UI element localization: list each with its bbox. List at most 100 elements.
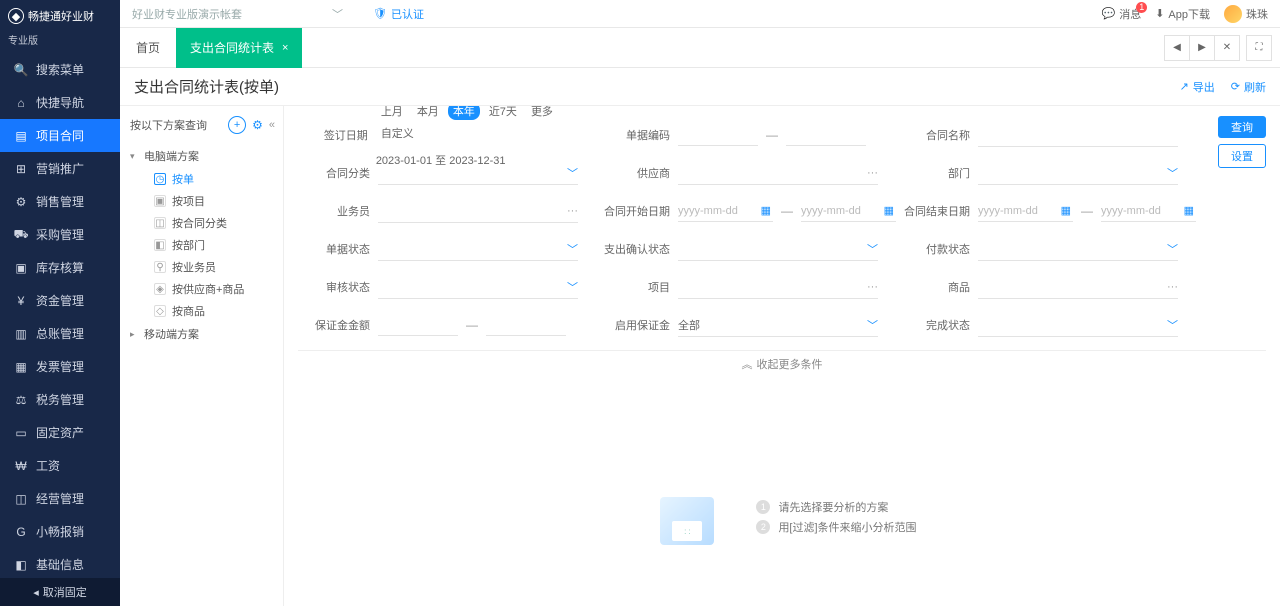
query-button[interactable]: 查询 xyxy=(1218,116,1266,138)
sidebar-item-5[interactable]: ⛟采购管理 xyxy=(0,218,120,251)
base-icon: ◧ xyxy=(14,558,28,572)
sidebar-item-2[interactable]: ▤项目合同 xyxy=(0,119,120,152)
message-badge: 1 xyxy=(1136,2,1147,13)
leaf-icon: ◫ xyxy=(154,217,166,229)
sidebar-footer-toggle[interactable]: ◂ 取消固定 xyxy=(0,578,120,606)
tab-home[interactable]: 首页 xyxy=(120,39,176,56)
caret-down-icon: ▾ xyxy=(130,151,138,162)
collapse-icon: ︽ xyxy=(742,356,753,372)
supplier-input[interactable]: ··· xyxy=(678,161,878,185)
bill-no-to[interactable] xyxy=(786,124,866,146)
sidebar-item-13[interactable]: ◫经营管理 xyxy=(0,482,120,515)
sidebar-item-8[interactable]: ▥总账管理 xyxy=(0,317,120,350)
bag-icon: ⛟ xyxy=(14,228,28,242)
refresh-button[interactable]: ⟳ 刷新 xyxy=(1231,79,1266,95)
sidebar-item-9[interactable]: ▦发票管理 xyxy=(0,350,120,383)
enable-deposit-input[interactable]: 全部﹀ xyxy=(678,313,878,337)
scheme-group-mobile[interactable]: ▸ 移动端方案 xyxy=(130,322,283,346)
goods-input[interactable]: ··· xyxy=(978,275,1178,299)
brand-icon: ◆ xyxy=(8,8,24,24)
end-date-label: 合同结束日期 xyxy=(898,203,978,219)
deposit-from[interactable] xyxy=(378,314,458,336)
bill-no-from[interactable] xyxy=(678,124,758,146)
contract-cat-label: 合同分类 xyxy=(298,165,378,181)
fullscreen-button[interactable]: ⛶ xyxy=(1246,35,1272,61)
start-date-label: 合同开始日期 xyxy=(598,203,678,219)
deposit-to[interactable] xyxy=(486,314,566,336)
salesman-label: 业务员 xyxy=(298,203,378,219)
date-opt-0[interactable]: 上月 xyxy=(376,106,408,120)
scheme-collapse-button[interactable]: « xyxy=(269,119,275,131)
scheme-leaf-0[interactable]: ◷按单 xyxy=(130,168,283,190)
scheme-settings-button[interactable]: ⚙ xyxy=(252,118,263,132)
settings-button[interactable]: 设置 xyxy=(1218,144,1266,168)
project-input[interactable]: ··· xyxy=(678,275,878,299)
sidebar-item-10[interactable]: ⚖税务管理 xyxy=(0,383,120,416)
export-button[interactable]: ↗ 导出 xyxy=(1180,79,1215,95)
shield-icon: 🛡 xyxy=(373,7,387,20)
tab-close-all-button[interactable]: ✕ xyxy=(1214,35,1240,61)
sidebar-item-12[interactable]: ₩工资 xyxy=(0,449,120,482)
tab-next-button[interactable]: ▶ xyxy=(1189,35,1215,61)
finish-state-label: 完成状态 xyxy=(898,317,978,333)
download-button[interactable]: ⬇ App下载 xyxy=(1155,6,1210,22)
date-opt-1[interactable]: 本月 xyxy=(412,106,444,120)
scheme-leaf-4[interactable]: ⚲按业务员 xyxy=(130,256,283,278)
audit-state-input[interactable]: ﹀ xyxy=(378,275,578,299)
chevron-down-icon[interactable]: ﹀ xyxy=(332,6,343,22)
sidebar-item-7[interactable]: ¥资金管理 xyxy=(0,284,120,317)
sidebar-item-6[interactable]: ▣库存核算 xyxy=(0,251,120,284)
scheme-group-pc[interactable]: ▾ 电脑端方案 xyxy=(130,144,283,168)
messages-button[interactable]: 💬 消息 1 xyxy=(1102,6,1142,22)
brand-sub: 专业版 xyxy=(0,32,120,53)
leaf-icon: ◇ xyxy=(154,305,166,317)
collapse-filters-button[interactable]: ︽ 收起更多条件 xyxy=(298,350,1266,376)
scheme-leaf-2[interactable]: ◫按合同分类 xyxy=(130,212,283,234)
date-opt-4[interactable]: 更多 xyxy=(526,106,558,120)
sidebar-item-1[interactable]: ⌂快捷导航 xyxy=(0,86,120,119)
scheme-leaf-5[interactable]: ◈按供应商+商品 xyxy=(130,278,283,300)
workspace-selector[interactable]: 好业财专业版演示帐套 xyxy=(132,6,242,22)
scheme-leaf-3[interactable]: ◧按部门 xyxy=(130,234,283,256)
end-date-to[interactable]: yyyy-mm-dd▦ xyxy=(1101,200,1196,222)
scheme-leaf-6[interactable]: ◇按商品 xyxy=(130,300,283,322)
date-opt-2[interactable]: 本年 xyxy=(448,106,480,120)
scheme-add-button[interactable]: + xyxy=(228,116,246,134)
finish-state-input[interactable]: ﹀ xyxy=(978,313,1178,337)
close-icon[interactable]: × xyxy=(282,42,288,54)
step-2-num: 2 xyxy=(756,520,770,534)
deposit-label: 保证金金额 xyxy=(298,317,378,333)
start-date-to[interactable]: yyyy-mm-dd▦ xyxy=(801,200,896,222)
contract-name-input[interactable] xyxy=(978,123,1178,147)
date-opt-5[interactable]: 自定义 xyxy=(376,124,419,142)
end-date-from[interactable]: yyyy-mm-dd▦ xyxy=(978,200,1073,222)
enable-deposit-label: 启用保证金 xyxy=(598,317,678,333)
dept-input[interactable]: ﹀ xyxy=(978,161,1178,185)
topbar: 好业财专业版演示帐套 ﹀ 🛡 已认证 💬 消息 1 ⬇ App下载 珠珠 xyxy=(120,0,1280,28)
filters-panel: 查询 设置 签订日期 上月本月本年近7天更多自定义 2023-01-01 至 2… xyxy=(284,106,1280,606)
tab-prev-button[interactable]: ◀ xyxy=(1164,35,1190,61)
user-menu[interactable]: 珠珠 xyxy=(1224,5,1268,23)
contract-cat-input[interactable]: ﹀ xyxy=(378,161,578,185)
project-label: 项目 xyxy=(598,279,678,295)
sidebar-item-0[interactable]: 🔍搜索菜单 xyxy=(0,53,120,86)
page-head: 支出合同统计表(按单) ↗ 导出 ⟳ 刷新 xyxy=(120,68,1280,106)
bill-state-input[interactable]: ﹀ xyxy=(378,237,578,261)
pin-icon: ◂ xyxy=(33,586,39,599)
pay-state-input[interactable]: ﹀ xyxy=(978,237,1178,261)
start-date-from[interactable]: yyyy-mm-dd▦ xyxy=(678,200,773,222)
goods-label: 商品 xyxy=(898,279,978,295)
confirm-state-input[interactable]: ﹀ xyxy=(678,237,878,261)
tab-active[interactable]: 支出合同统计表 × xyxy=(176,28,302,68)
sidebar-item-3[interactable]: ⊞营销推广 xyxy=(0,152,120,185)
sidebar-item-14[interactable]: G小畅报销 xyxy=(0,515,120,548)
sidebar-item-11[interactable]: ▭固定资产 xyxy=(0,416,120,449)
sidebar-item-4[interactable]: ⚙销售管理 xyxy=(0,185,120,218)
scheme-panel: 按以下方案查询 + ⚙ « ▾ 电脑端方案 ◷按单▣按项目◫按合同分类◧按部门⚲… xyxy=(120,106,284,606)
date-tabs: 上月本月本年近7天更多自定义 xyxy=(376,106,598,142)
sidebar-item-15[interactable]: ◧基础信息 xyxy=(0,548,120,578)
scheme-leaf-1[interactable]: ▣按项目 xyxy=(130,190,283,212)
date-opt-3[interactable]: 近7天 xyxy=(484,106,522,120)
salesman-input[interactable]: ··· xyxy=(378,199,578,223)
leaf-icon: ▣ xyxy=(154,195,166,207)
